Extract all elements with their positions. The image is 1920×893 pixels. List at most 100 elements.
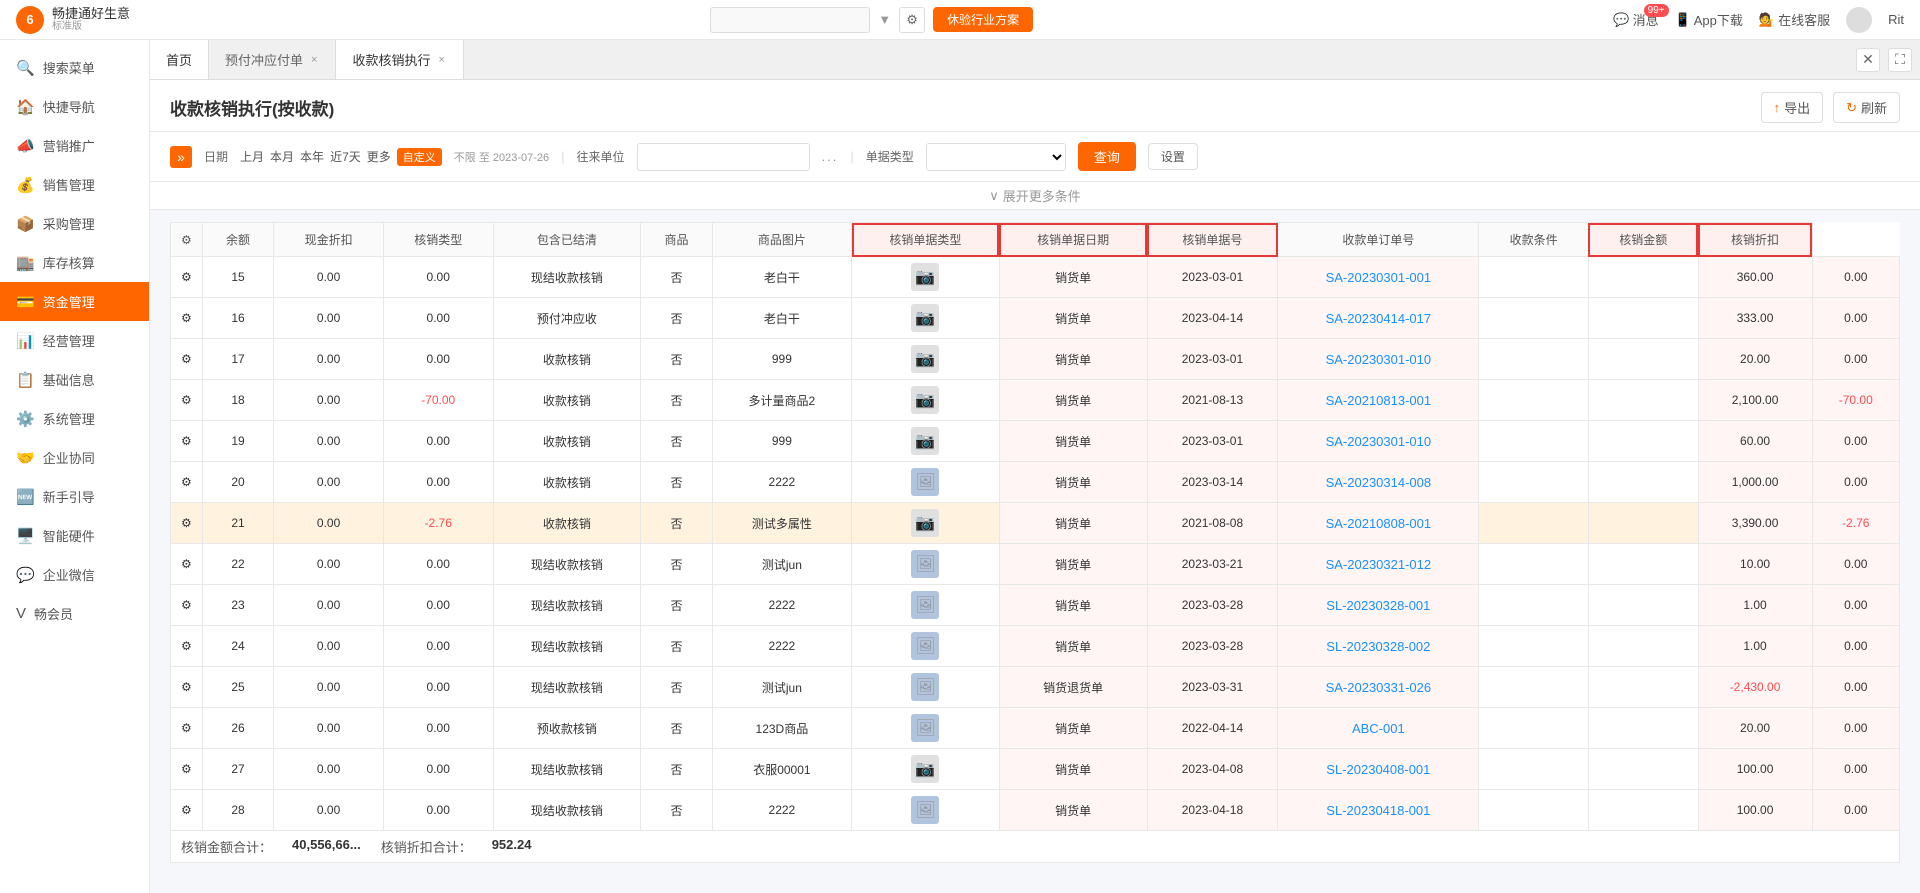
date-custom[interactable]: 自定义 (397, 148, 442, 166)
sidebar-item-basic[interactable]: 📋 基础信息 (0, 360, 149, 399)
row-goods: 老白干 (712, 298, 851, 339)
user-avatar[interactable] (1846, 7, 1872, 33)
row-receipt-order-no (1479, 749, 1589, 790)
row-cancel-doc-no[interactable]: SL-20230328-002 (1278, 626, 1479, 667)
sidebar-label-ops: 经营管理 (43, 331, 95, 350)
date-this-year[interactable]: 本年 (300, 148, 324, 165)
tab-collection-close[interactable]: × (436, 52, 446, 68)
filter-expand-btn[interactable]: » (170, 146, 192, 168)
row-cancel-doc-type: 销货单 (999, 544, 1147, 585)
tab-expand-btn[interactable]: ⛶ (1888, 48, 1912, 72)
sidebar-item-ops[interactable]: 📊 经营管理 (0, 321, 149, 360)
row-goods: 2222 (712, 585, 851, 626)
refresh-btn[interactable]: ↻ 刷新 (1833, 92, 1900, 123)
sidebar-item-search[interactable]: 🔍 搜索菜单 (0, 48, 149, 87)
tab-prepay[interactable]: 预付冲应付单 × (209, 40, 336, 79)
row-cancel-doc-no[interactable]: SA-20230301-001 (1278, 257, 1479, 298)
tab-home[interactable]: 首页 (150, 40, 209, 79)
export-btn[interactable]: ↑ 导出 (1761, 92, 1824, 123)
tab-collection[interactable]: 收款核销执行 × (336, 40, 463, 79)
row-settings: ⚙ (171, 339, 203, 380)
row-receipt-order-no (1479, 626, 1589, 667)
home-icon: 🏠 (16, 98, 35, 116)
page-actions: ↑ 导出 ↻ 刷新 (1761, 92, 1900, 123)
row-cancel-type: 现结收款核销 (493, 544, 641, 585)
row-include-settled: 否 (641, 298, 713, 339)
row-cancel-doc-type: 销货单 (999, 462, 1147, 503)
row-balance: 0.00 (274, 708, 384, 749)
row-cash-discount: 0.00 (383, 462, 493, 503)
row-cancel-doc-no[interactable]: SL-20230328-001 (1278, 585, 1479, 626)
message-btn[interactable]: 💬 消息 99+ (1613, 10, 1658, 29)
dropdown-icon[interactable]: ▼ (878, 12, 891, 27)
sidebar-item-wechat[interactable]: 💬 企业微信 (0, 555, 149, 594)
row-goods: 2222 (712, 462, 851, 503)
row-cancel-doc-no[interactable]: SA-20230414-017 (1278, 298, 1479, 339)
sidebar-item-hardware[interactable]: 🖥️ 智能硬件 (0, 516, 149, 555)
row-goods: 999 (712, 339, 851, 380)
row-cancel-doc-no[interactable]: ABC-001 (1278, 708, 1479, 749)
table-row: ⚙260.000.00预收款核销否123D商品🖼销货单2022-04-14ABC… (171, 708, 1900, 749)
row-cancel-doc-no[interactable]: SA-20210808-001 (1278, 503, 1479, 544)
sidebar-item-marketing[interactable]: 📣 营销推广 (0, 126, 149, 165)
row-cancel-doc-no[interactable]: SA-20210813-001 (1278, 380, 1479, 421)
sidebar-label-quick: 快捷导航 (43, 97, 95, 116)
row-cancel-amount: 1,000.00 (1698, 462, 1812, 503)
row-cancel-doc-date: 2023-03-01 (1147, 339, 1278, 380)
row-cancel-doc-date: 2023-03-21 (1147, 544, 1278, 585)
row-cancel-doc-date: 2023-03-28 (1147, 585, 1278, 626)
row-cancel-doc-no[interactable]: SA-20230301-010 (1278, 339, 1479, 380)
row-goods: 2222 (712, 790, 851, 831)
sidebar-item-purchase[interactable]: 📦 采购管理 (0, 204, 149, 243)
date-more[interactable]: 更多 (367, 148, 391, 165)
source-dots[interactable]: ... (822, 149, 839, 164)
row-settings: ⚙ (171, 585, 203, 626)
row-cancel-doc-no[interactable]: SA-20230314-008 (1278, 462, 1479, 503)
total-discount-label: 核销折扣合计： (381, 837, 472, 856)
col-goods: 商品 (641, 223, 713, 257)
sidebar-item-finance[interactable]: 💳 资金管理 (0, 282, 149, 321)
row-cash-discount: -2.76 (383, 503, 493, 544)
row-cancel-doc-no[interactable]: SL-20230418-001 (1278, 790, 1479, 831)
row-cancel-doc-no[interactable]: SA-20230321-012 (1278, 544, 1479, 585)
row-include-settled: 否 (641, 585, 713, 626)
sidebar-item-quick[interactable]: 🏠 快捷导航 (0, 87, 149, 126)
row-settings: ⚙ (171, 626, 203, 667)
row-cancel-doc-no[interactable]: SA-20230331-026 (1278, 667, 1479, 708)
sidebar-item-system[interactable]: ⚙️ 系统管理 (0, 399, 149, 438)
settings-icon-btn[interactable]: ⚙ (899, 7, 925, 33)
expand-more-btn[interactable]: ∨ 展开更多条件 (989, 186, 1081, 205)
search-input[interactable] (710, 7, 870, 33)
doc-type-select[interactable] (926, 143, 1066, 171)
row-cancel-type: 收款核销 (493, 380, 641, 421)
guide-icon: 🆕 (16, 488, 35, 506)
row-receipt-condition (1588, 380, 1698, 421)
top-bar-center: ▼ ⚙ 休验行业方案 (710, 7, 1033, 33)
tab-close-btn[interactable]: ✕ (1856, 48, 1880, 72)
sidebar-item-inventory[interactable]: 🏬 库存核算 (0, 243, 149, 282)
row-goods: 999 (712, 421, 851, 462)
source-input[interactable] (637, 143, 810, 171)
row-cancel-doc-no[interactable]: SA-20230301-010 (1278, 421, 1479, 462)
sidebar-item-guide[interactable]: 🆕 新手引导 (0, 477, 149, 516)
top-bar: 6 畅捷通好生意 标准版 ▼ ⚙ 休验行业方案 💬 消息 99+ 📱 App下载… (0, 0, 1920, 40)
row-cancel-doc-no[interactable]: SL-20230408-001 (1278, 749, 1479, 790)
sidebar-item-sales[interactable]: 💰 销售管理 (0, 165, 149, 204)
row-cancel-amount: 100.00 (1698, 790, 1812, 831)
date-last-month[interactable]: 上月 (240, 148, 264, 165)
tab-prepay-close[interactable]: × (309, 52, 319, 68)
row-receipt-condition (1588, 749, 1698, 790)
industry-solution-btn[interactable]: 休验行业方案 (933, 7, 1033, 32)
table-row: ⚙230.000.00现结收款核销否2222🖼销货单2023-03-28SL-2… (171, 585, 1900, 626)
date-last-7days[interactable]: 近7天 (330, 148, 361, 165)
query-btn[interactable]: 查询 (1078, 142, 1136, 171)
sidebar-item-member[interactable]: V 畅会员 (0, 594, 149, 633)
row-balance: 0.00 (274, 380, 384, 421)
row-cancel-doc-date: 2023-03-14 (1147, 462, 1278, 503)
app-download-btn[interactable]: 📱 App下载 (1675, 10, 1743, 29)
filter-settings-btn[interactable]: 设置 (1148, 143, 1198, 170)
online-service-btn[interactable]: 💁 在线客服 (1759, 10, 1830, 29)
sidebar-item-collab[interactable]: 🤝 企业协同 (0, 438, 149, 477)
row-cancel-amount: 2,100.00 (1698, 380, 1812, 421)
date-this-month[interactable]: 本月 (270, 148, 294, 165)
